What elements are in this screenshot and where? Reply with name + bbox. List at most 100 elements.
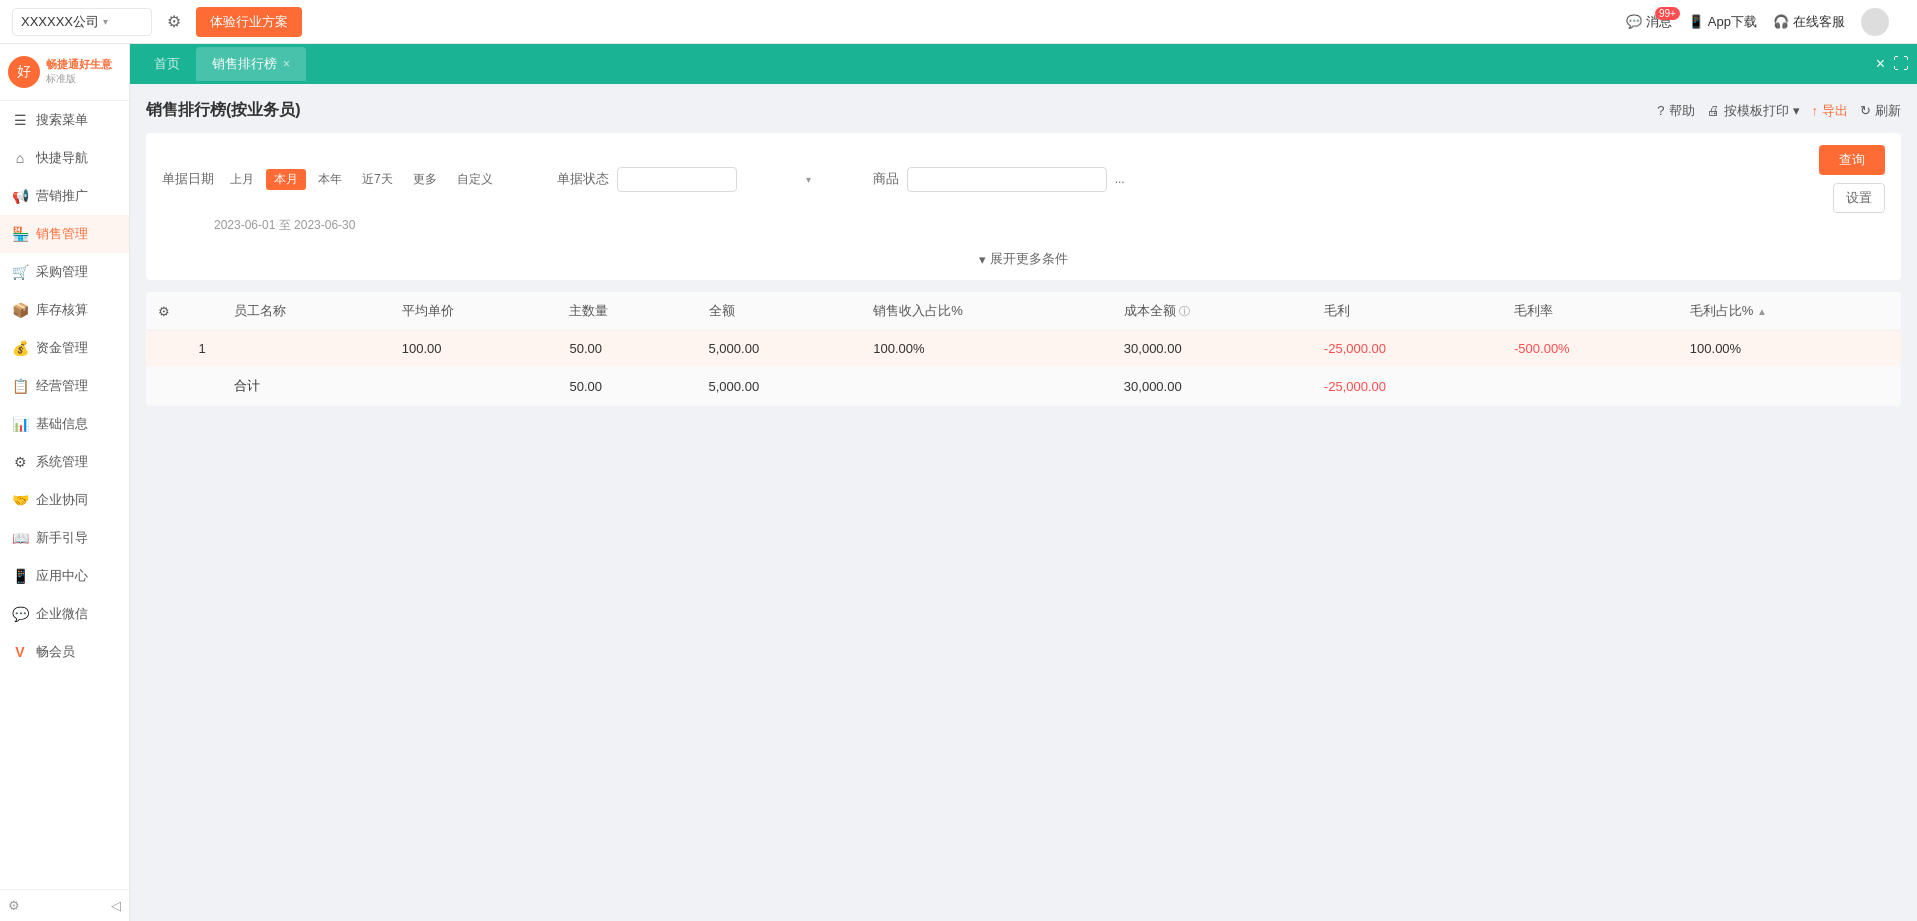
footer-settings-button[interactable]: ⚙: [8, 898, 20, 913]
col-rank: [182, 292, 222, 331]
sidebar-item-guide[interactable]: 📖 新手引导: [0, 519, 129, 557]
sidebar-label-apps: 应用中心: [36, 567, 88, 585]
sidebar-item-system[interactable]: ⚙ 系统管理: [0, 443, 129, 481]
profit-pct-icon: ▲: [1757, 306, 1767, 317]
sidebar-label-member: 畅会员: [36, 643, 75, 661]
row-cost-cell: 30,000.00: [1112, 331, 1312, 367]
tab-sales-ranking[interactable]: 销售排行榜 ×: [196, 47, 306, 81]
sidebar-item-shortcuts[interactable]: ⌂ 快捷导航: [0, 139, 129, 177]
expand-filters-button[interactable]: ▾ 展开更多条件: [979, 250, 1068, 268]
goods-label: 商品: [873, 170, 899, 188]
col-qty: 主数量: [557, 292, 696, 331]
app-download-link[interactable]: 📱 App下载: [1688, 13, 1757, 31]
gear-icon: ⚙: [167, 12, 181, 31]
export-button[interactable]: ↑ 导出: [1812, 102, 1849, 120]
print-button[interactable]: 🖨 按模板打印 ▾: [1707, 102, 1800, 120]
purchase-icon: 🛒: [12, 264, 28, 280]
sidebar-label-collab: 企业协同: [36, 491, 88, 509]
sidebar-label-operations: 经营管理: [36, 377, 88, 395]
download-icon: 📱: [1688, 14, 1704, 29]
goods-input[interactable]: [907, 167, 1107, 192]
notification-button[interactable]: 💬 消息 99+: [1626, 13, 1672, 31]
sidebar-item-operations[interactable]: 📋 经营管理: [0, 367, 129, 405]
message-icon: 💬: [1626, 14, 1642, 29]
topbar-settings-button[interactable]: ⚙: [160, 8, 188, 36]
guide-icon: 📖: [12, 530, 28, 546]
sidebar-item-member[interactable]: V 畅会员: [0, 633, 129, 671]
tab-home[interactable]: 首页: [138, 47, 196, 81]
col-sales-pct: 销售收入占比%: [861, 292, 1112, 331]
company-selector[interactable]: XXXXXX公司 ▾: [12, 8, 152, 36]
status-label: 单据状态: [557, 170, 609, 188]
sidebar-item-wechat[interactable]: 💬 企业微信: [0, 595, 129, 633]
sidebar-item-finance[interactable]: 💰 资金管理: [0, 329, 129, 367]
date-tab-last-month[interactable]: 上月: [222, 169, 262, 190]
status-select[interactable]: [617, 167, 737, 192]
col-profit: 毛利: [1312, 292, 1502, 331]
goods-more-button[interactable]: ...: [1115, 172, 1125, 186]
sidebar-item-marketing[interactable]: 📢 营销推广: [0, 177, 129, 215]
cost-info-icon[interactable]: ⓘ: [1179, 305, 1190, 317]
tab-maximize-button[interactable]: ⛶: [1893, 55, 1909, 73]
sidebar-item-inventory[interactable]: 📦 库存核算: [0, 291, 129, 329]
row-avg-price-cell: 100.00: [390, 331, 558, 367]
sidebar-item-base[interactable]: 📊 基础信息: [0, 405, 129, 443]
page-title: 销售排行榜(按业务员): [146, 100, 301, 121]
sidebar-label-system: 系统管理: [36, 453, 88, 471]
col-profit-pct: 毛利占比% ▲: [1678, 292, 1901, 331]
sidebar-label-finance: 资金管理: [36, 339, 88, 357]
footer-amount-cell: 5,000.00: [697, 367, 862, 406]
search-button[interactable]: 查询: [1819, 145, 1885, 175]
settings-filter-button[interactable]: 设置: [1833, 183, 1885, 213]
avatar[interactable]: [1861, 8, 1889, 36]
sidebar-item-search[interactable]: ☰ 搜索菜单: [0, 101, 129, 139]
print-icon: 🖨: [1707, 103, 1720, 118]
row-profit-cell: -25,000.00: [1312, 331, 1502, 367]
date-tab-this-year[interactable]: 本年: [310, 169, 350, 190]
row-rank-cell: 1: [182, 331, 222, 367]
date-label: 单据日期: [162, 170, 214, 188]
col-profit-rate: 毛利率: [1502, 292, 1678, 331]
tab-close-icon[interactable]: ×: [283, 57, 290, 71]
industry-button[interactable]: 体验行业方案: [196, 7, 302, 37]
logo-text: 畅捷通好生意: [46, 58, 112, 71]
date-tab-custom[interactable]: 自定义: [449, 169, 501, 190]
inventory-icon: 📦: [12, 302, 28, 318]
sidebar-item-apps[interactable]: 📱 应用中心: [0, 557, 129, 595]
notification-badge: 99+: [1655, 7, 1680, 20]
print-chevron-icon: ▾: [1793, 103, 1800, 118]
date-range-display: 2023-06-01 至 2023-06-30: [214, 218, 355, 232]
sidebar-label-guide: 新手引导: [36, 529, 88, 547]
company-chevron-icon: ▾: [103, 16, 108, 27]
footer-cost-cell: 30,000.00: [1112, 367, 1312, 406]
date-tab-more[interactable]: 更多: [405, 169, 445, 190]
expand-icon: ▾: [979, 252, 986, 267]
table-settings-icon: ⚙: [158, 304, 170, 319]
company-name: XXXXXX公司: [21, 13, 99, 31]
date-tab-this-month[interactable]: 本月: [266, 169, 306, 190]
wechat-icon: 💬: [12, 606, 28, 622]
sales-icon: 🏪: [12, 226, 28, 242]
marketing-icon: 📢: [12, 188, 28, 204]
sidebar-label-shortcuts: 快捷导航: [36, 149, 88, 167]
online-support-link[interactable]: 🎧 在线客服: [1773, 13, 1845, 31]
row-settings-cell: [146, 331, 182, 367]
sidebar-item-purchase[interactable]: 🛒 采购管理: [0, 253, 129, 291]
apps-icon: 📱: [12, 568, 28, 584]
col-settings[interactable]: ⚙: [146, 292, 182, 331]
logo-icon: 好: [8, 56, 40, 88]
sidebar-item-collab[interactable]: 🤝 企业协同: [0, 481, 129, 519]
row-qty-cell: 50.00: [557, 331, 696, 367]
footer-collapse-button[interactable]: ◁: [111, 898, 121, 913]
tab-minimize-button[interactable]: ×: [1876, 55, 1885, 73]
system-icon: ⚙: [12, 454, 28, 470]
sidebar-item-sales[interactable]: 🏪 销售管理: [0, 215, 129, 253]
footer-settings-cell: [146, 367, 182, 406]
refresh-button[interactable]: ↻ 刷新: [1860, 102, 1901, 120]
footer-profit-cell: -25,000.00: [1312, 367, 1502, 406]
help-icon: ?: [1657, 103, 1664, 118]
help-button[interactable]: ? 帮助: [1657, 102, 1694, 120]
base-icon: 📊: [12, 416, 28, 432]
date-tab-7days[interactable]: 近7天: [354, 169, 401, 190]
date-filter: 单据日期 上月 本月 本年 近7天 更多 自定义: [162, 169, 501, 190]
